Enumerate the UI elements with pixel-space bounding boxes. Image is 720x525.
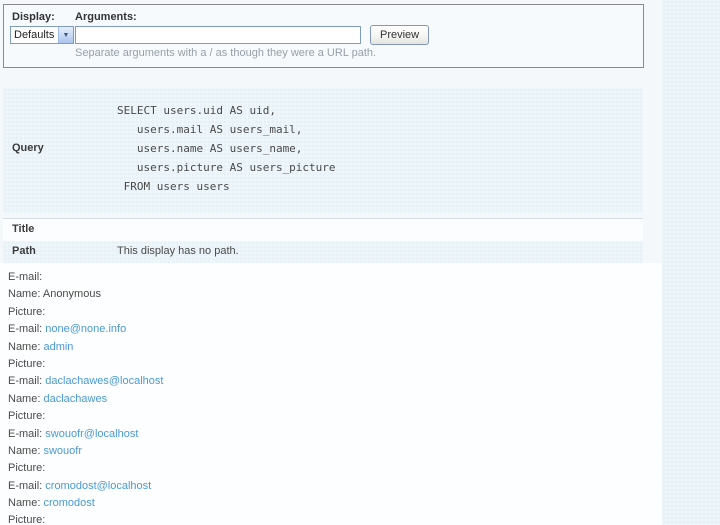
views-preview-page: { "controls": { "display_label": "Displa… [0,0,720,525]
display-label: Display: [12,11,55,23]
path-row: Path This display has no path. [3,241,643,263]
display-select[interactable]: Defaults ▼ [10,26,74,44]
field-label: Picture: [8,462,46,475]
user-name-line: Name: daclachawes [8,391,662,408]
user-picture-line: Picture: [8,408,662,425]
title-label: Title [12,223,35,235]
field-label: Picture: [8,410,46,423]
field-label: Name: [8,392,44,405]
user-name-line: Name: Anonymous [8,286,662,303]
field-label: E-mail: [8,271,43,283]
field-label: Name: [8,444,44,457]
field-label: Name: [8,497,44,510]
user-name-line: Name: swouofr [8,443,662,460]
field-label: E-mail: [8,427,46,440]
user-list: E-mail: Name: Anonymous Picture: E-mail: no… [0,263,662,525]
display-select-value: Defaults [14,29,55,41]
query-row: Query SELECT users.uid AS uid, users.mai… [3,88,643,213]
field-label: E-mail: [8,323,46,336]
page-background-band [662,0,720,525]
user-email-link[interactable]: cromodost@localhost [45,480,151,492]
user-email-line: E-mail: none@none.info [8,321,662,338]
user-name-link[interactable]: daclachawes [43,393,107,405]
user-picture-line: Picture: [8,356,662,373]
user-name-line: Name: cromodost [8,495,662,512]
preview-button[interactable]: Preview [370,25,430,45]
arguments-label: Arguments: [75,11,137,23]
user-email-link[interactable]: swouofr@localhost [45,428,138,440]
preview-controls-fieldset: Display: Arguments: Defaults ▼ Preview S… [3,4,644,68]
query-label: Query [12,142,44,154]
user-name-link[interactable]: cromodost [43,497,94,509]
user-email-line: E-mail: [8,269,662,286]
arguments-help-text: Separate arguments with a / as though th… [75,47,377,59]
field-label: Picture: [8,357,46,370]
field-label: Name: [8,288,43,301]
user-email-line: E-mail: cromodost@localhost [8,478,662,495]
user-picture-line: Picture: [8,460,662,477]
user-email-line: E-mail: swouofr@localhost [8,426,662,443]
path-label: Path [12,245,36,257]
field-label: Name: [8,340,44,353]
path-value: This display has no path. [117,245,239,257]
user-email-link[interactable]: none@none.info [45,323,126,335]
user-picture-line: Picture: [8,512,662,525]
user-name-link[interactable]: admin [43,341,73,353]
user-name-line: Name: admin [8,339,662,356]
field-label: Picture: [8,514,46,525]
chevron-down-icon[interactable]: ▼ [58,27,73,43]
field-label: E-mail: [8,479,46,492]
title-row: Title [3,218,643,241]
user-email-link[interactable]: daclachawes@localhost [45,375,163,387]
user-email-line: E-mail: daclachawes@localhost [8,373,662,390]
field-label: E-mail: [8,375,46,388]
user-name-link[interactable]: swouofr [43,445,82,457]
arguments-input[interactable] [75,26,361,44]
query-sql: SELECT users.uid AS uid, users.mail AS u… [117,104,336,193]
field-value: Anonymous [42,288,101,301]
user-picture-line: Picture: [8,304,662,321]
field-label: Picture: [8,305,46,318]
